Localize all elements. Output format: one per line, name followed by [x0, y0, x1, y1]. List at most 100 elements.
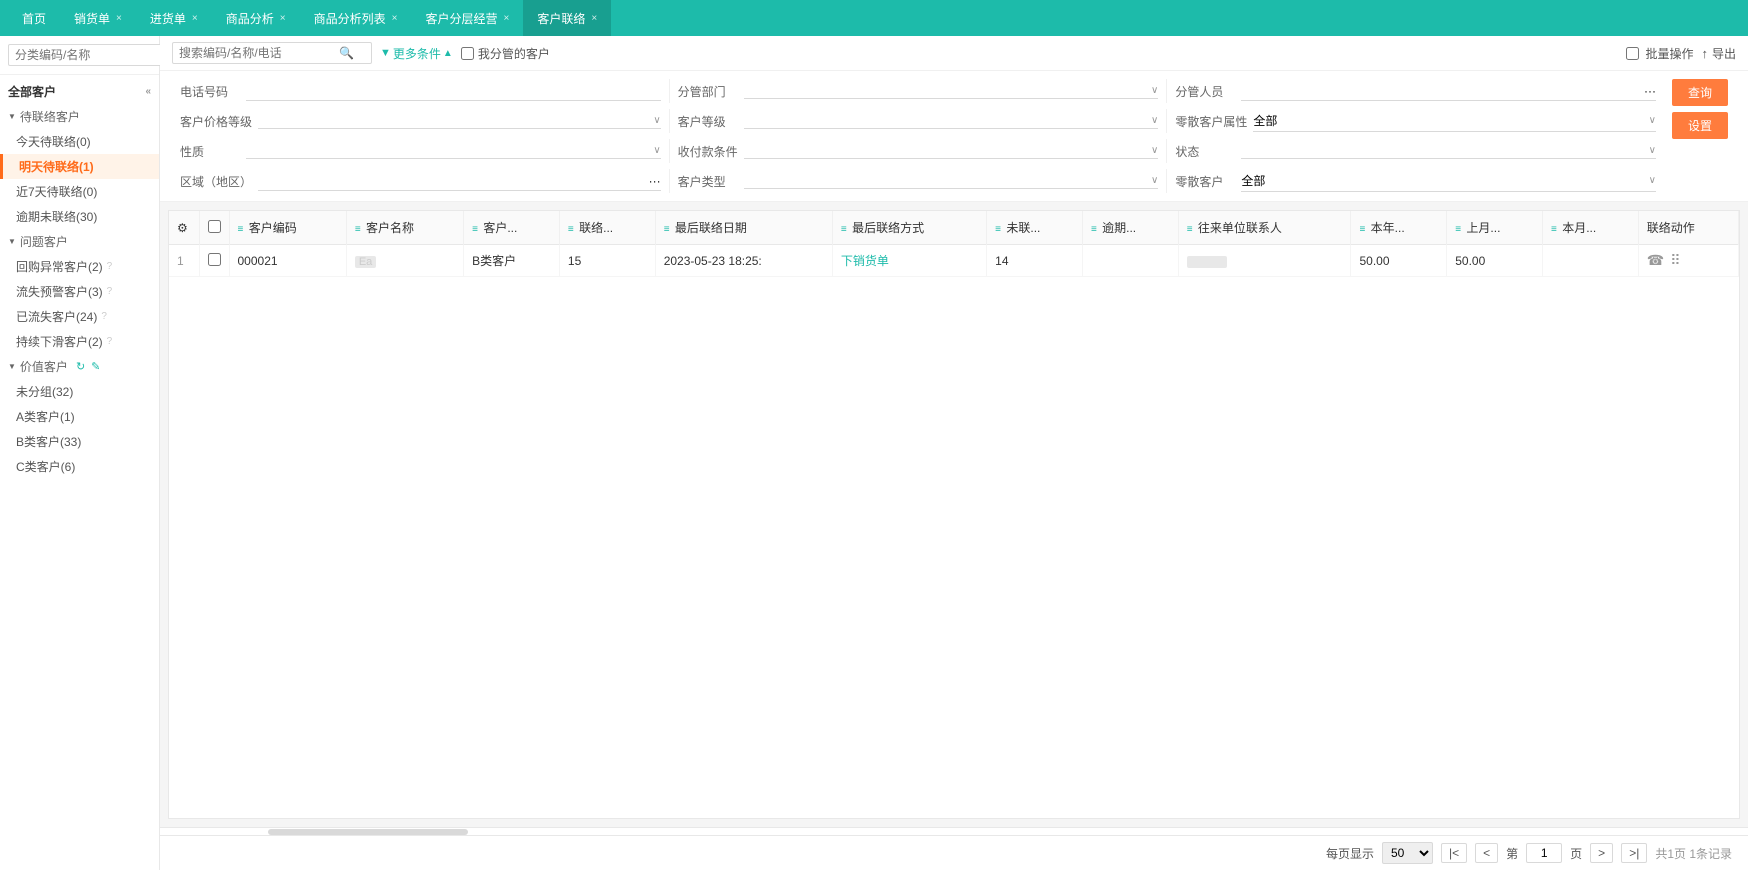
sidebar-item-ungrouped[interactable]: 未分组(32) — [0, 379, 159, 404]
th-code[interactable]: ≡ 客户编码 — [229, 211, 346, 245]
sort-icon: ≡ — [1359, 224, 1365, 235]
sidebar-group-value[interactable]: ▼ 价值客户 ↻ ✎ — [0, 354, 159, 379]
per-page-select[interactable]: 50 10 20 100 — [1382, 842, 1433, 864]
batch-ops-checkbox[interactable] — [1626, 47, 1639, 60]
value-group-edit[interactable]: ✎ — [91, 360, 100, 373]
prev-page-button[interactable]: < — [1475, 843, 1498, 863]
scrollbar-thumb[interactable] — [268, 829, 468, 835]
filter-price-grade-select[interactable]: ∨ — [258, 113, 661, 129]
more-action-icon[interactable]: ⠿ — [1670, 252, 1680, 269]
filter-customer-type-select[interactable]: ∨ — [744, 173, 1159, 189]
sidebar-item-class-a[interactable]: A类客户(1) — [0, 404, 159, 429]
row-checkbox[interactable] — [208, 253, 221, 266]
nav-sales-order[interactable]: 销货单 × — [60, 0, 136, 36]
sidebar-all-customers[interactable]: 全部客户 « — [0, 75, 159, 104]
td-checkbox[interactable] — [199, 245, 229, 277]
more-conditions-button[interactable]: ▼ 更多条件 ▲ — [380, 45, 453, 62]
th-type[interactable]: ≡ 客户... — [464, 211, 560, 245]
next-page-button[interactable]: > — [1590, 843, 1613, 863]
th-no-contact[interactable]: ≡ 未联... — [987, 211, 1083, 245]
help-icon[interactable]: ? — [107, 286, 113, 297]
help-icon[interactable]: ? — [107, 261, 113, 272]
th-contact-count[interactable]: ≡ 联络... — [559, 211, 655, 245]
th-this-month[interactable]: ≡ 本月... — [1543, 211, 1639, 245]
filter-customer-grade-label: 客户等级 — [678, 113, 738, 130]
select-all-checkbox[interactable] — [208, 220, 221, 233]
filter-status: 状态 ∨ — [1167, 143, 1664, 160]
filter-row-2: 客户价格等级 ∨ 客户等级 ∨ — [172, 109, 1664, 133]
nav-customer-segmentation[interactable]: 客户分层经营 × — [411, 0, 523, 36]
sidebar-item-today-pending[interactable]: 今天待联络(0) — [0, 129, 159, 154]
sidebar-item-class-c[interactable]: C类客户(6) — [0, 454, 159, 479]
filter-retail-customer-select[interactable]: 全部 ∨ — [1241, 170, 1656, 192]
filter-nature-label: 性质 — [180, 143, 240, 160]
nav-product-analysis-list[interactable]: 商品分析列表 × — [300, 0, 412, 36]
sidebar-item-overdue-pending[interactable]: 逾期未联络(30) — [0, 204, 159, 229]
th-last-method[interactable]: ≡ 最后联络方式 — [832, 211, 986, 245]
sidebar-item-churn-warning[interactable]: 流失预警客户(3) ? — [0, 279, 159, 304]
page-number-input[interactable] — [1526, 843, 1562, 863]
sidebar-item-churned[interactable]: 已流失客户(24) ? — [0, 304, 159, 329]
first-page-button[interactable]: |< — [1441, 843, 1467, 863]
top-navigation: 首页 销货单 × 进货单 × 商品分析 × 商品分析列表 × 客户分层经营 × … — [0, 0, 1748, 36]
filter-status-select[interactable]: ∨ — [1241, 143, 1656, 159]
last-page-button[interactable]: >| — [1621, 843, 1647, 863]
my-customers-toggle[interactable]: 我分管的客户 — [461, 45, 550, 62]
query-button[interactable]: 查询 — [1672, 79, 1728, 106]
nav-close-icon[interactable]: × — [192, 13, 198, 24]
sidebar-item-7days-pending[interactable]: 近7天待联络(0) — [0, 179, 159, 204]
filter-region-label: 区域（地区） — [180, 173, 252, 190]
filter-actions: 查询 设置 — [1664, 79, 1736, 193]
th-partner-contact[interactable]: ≡ 往来单位联系人 — [1178, 211, 1351, 245]
horizontal-scrollbar[interactable] — [160, 827, 1748, 835]
sort-icon: ≡ — [1455, 224, 1461, 235]
last-contact-method-link[interactable]: 下销货单 — [841, 254, 889, 268]
settings-button[interactable]: 设置 — [1672, 112, 1728, 139]
sidebar-item-tomorrow-pending[interactable]: 明天待联络(1) — [0, 154, 159, 179]
filter-region-ellipsis[interactable]: ··· — [258, 172, 661, 191]
sidebar-search-input[interactable] — [8, 44, 177, 66]
nav-close-icon[interactable]: × — [392, 13, 398, 24]
settings-icon[interactable]: ⚙ — [177, 221, 188, 235]
nav-purchase-order[interactable]: 进货单 × — [136, 0, 212, 36]
th-name[interactable]: ≡ 客户名称 — [346, 211, 463, 245]
th-checkbox[interactable] — [199, 211, 229, 245]
th-settings[interactable]: ⚙ — [169, 211, 199, 245]
sidebar-group-pending[interactable]: ▼ 待联络客户 — [0, 104, 159, 129]
filter-customer-grade: 客户等级 ∨ — [670, 113, 1167, 130]
filter-manager: 分管人员 ··· — [1167, 82, 1664, 101]
search-button[interactable]: 🔍 — [339, 46, 354, 60]
filter-manager-ellipsis[interactable]: ··· — [1241, 82, 1656, 101]
help-icon[interactable]: ? — [101, 311, 107, 322]
sidebar-item-repurchase-abnormal[interactable]: 回购异常客户(2) ? — [0, 254, 159, 279]
filter-dept-label: 分管部门 — [678, 83, 738, 100]
nav-home[interactable]: 首页 — [8, 0, 60, 36]
search-input[interactable] — [179, 46, 339, 60]
value-group-refresh[interactable]: ↻ — [76, 360, 85, 373]
nav-close-icon[interactable]: × — [591, 13, 597, 24]
sort-icon: ≡ — [1187, 224, 1193, 235]
sidebar-group-problem[interactable]: ▼ 问题客户 — [0, 229, 159, 254]
th-last-month[interactable]: ≡ 上月... — [1447, 211, 1543, 245]
filter-customer-grade-select[interactable]: ∨ — [744, 113, 1159, 129]
batch-ops-button[interactable]: 批量操作 — [1626, 45, 1693, 62]
nav-close-icon[interactable]: × — [503, 13, 509, 24]
sidebar-item-declining[interactable]: 持续下滑客户(2) ? — [0, 329, 159, 354]
my-customers-checkbox[interactable] — [461, 47, 474, 60]
nav-customer-contact[interactable]: 客户联络 × — [523, 0, 611, 36]
nav-close-icon[interactable]: × — [116, 13, 122, 24]
filter-phone-input[interactable] — [246, 82, 661, 101]
th-overdue[interactable]: ≡ 逾期... — [1082, 211, 1178, 245]
filter-nature-select[interactable]: ∨ — [246, 143, 661, 159]
filter-payment-select[interactable]: ∨ — [744, 143, 1159, 159]
sidebar-item-class-b[interactable]: B类客户(33) — [0, 429, 159, 454]
filter-dept-select[interactable]: ∨ — [744, 83, 1159, 99]
filter-retail-attr-select[interactable]: 全部 ∨ — [1253, 110, 1656, 132]
nav-product-analysis[interactable]: 商品分析 × — [212, 0, 300, 36]
th-this-year[interactable]: ≡ 本年... — [1351, 211, 1447, 245]
th-last-date[interactable]: ≡ 最后联络日期 — [655, 211, 832, 245]
export-button[interactable]: ↑ 导出 — [1701, 45, 1736, 62]
help-icon[interactable]: ? — [107, 336, 113, 347]
call-action-icon[interactable]: ☎ — [1647, 252, 1664, 269]
nav-close-icon[interactable]: × — [280, 13, 286, 24]
